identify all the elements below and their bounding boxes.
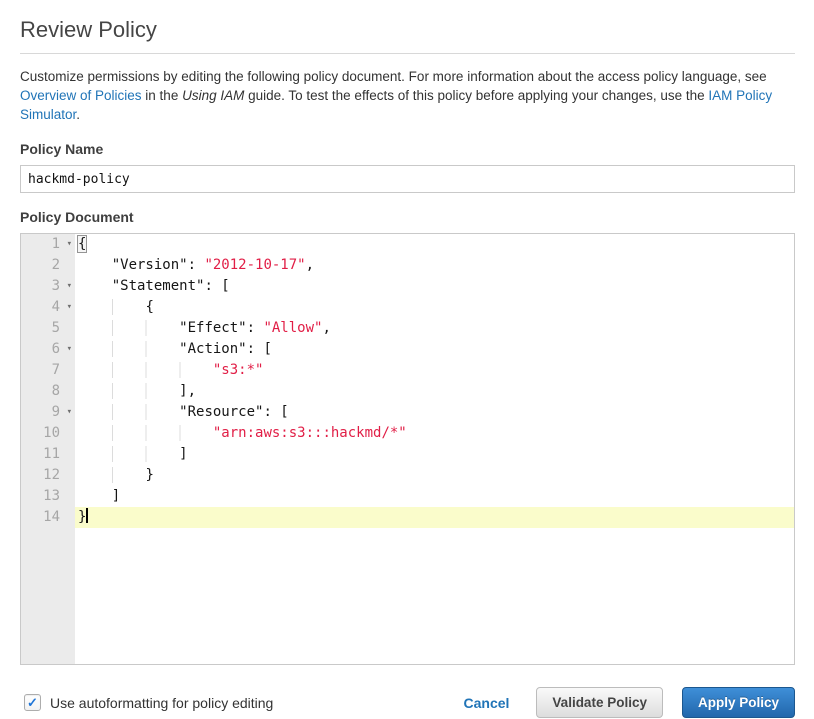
gutter-line-2: 2 [21,255,75,276]
code-line-13[interactable]: ] [75,486,794,507]
gutter-line-11: 11 [21,444,75,465]
intro-paragraph: Customize permissions by editing the fol… [20,67,795,124]
fold-arrow-icon[interactable]: ▾ [67,234,72,255]
autoformat-option[interactable]: ✓ Use autoformatting for policy editing [20,694,273,711]
page-title: Review Policy [20,17,795,43]
fold-arrow-icon[interactable]: ▾ [67,276,72,297]
code-line-3[interactable]: "Statement": [ [75,276,794,297]
code-line-2[interactable]: "Version": "2012-10-17", [75,255,794,276]
code-line-8[interactable]: ], [75,381,794,402]
apply-policy-button[interactable]: Apply Policy [682,687,795,718]
gutter-line-13: 13 [21,486,75,507]
gutter-line-4: 4▾ [21,297,75,318]
editor-gutter: 1▾23▾4▾56▾789▾1011121314 [21,234,75,664]
code-line-11[interactable]: ] [75,444,794,465]
policy-document-editor[interactable]: 1▾23▾4▾56▾789▾1011121314 { "Version": "2… [20,233,795,665]
gutter-line-1: 1▾ [21,234,75,255]
policy-name-label: Policy Name [20,141,795,157]
fold-arrow-icon[interactable]: ▾ [67,402,72,423]
code-line-5[interactable]: "Effect": "Allow", [75,318,794,339]
gutter-line-5: 5 [21,318,75,339]
gutter-line-10: 10 [21,423,75,444]
review-policy-page: Review Policy Customize permissions by e… [0,0,814,718]
title-divider [20,53,795,54]
code-line-7[interactable]: "s3:*" [75,360,794,381]
footer-bar: ✓ Use autoformatting for policy editing … [20,687,795,718]
gutter-line-3: 3▾ [21,276,75,297]
code-line-9[interactable]: "Resource": [ [75,402,794,423]
fold-arrow-icon[interactable]: ▾ [67,297,72,318]
checkmark-icon: ✓ [27,696,38,709]
autoformat-checkbox[interactable]: ✓ [24,694,41,711]
code-line-6[interactable]: "Action": [ [75,339,794,360]
autoformat-label: Use autoformatting for policy editing [50,695,273,711]
code-line-12[interactable]: } [75,465,794,486]
using-iam-italic: Using IAM [182,88,244,103]
gutter-line-7: 7 [21,360,75,381]
gutter-line-14: 14 [21,507,75,528]
fold-arrow-icon[interactable]: ▾ [67,339,72,360]
overview-of-policies-link[interactable]: Overview of Policies [20,88,142,103]
intro-text-4: . [76,107,80,122]
gutter-line-9: 9▾ [21,402,75,423]
gutter-line-8: 8 [21,381,75,402]
cancel-link[interactable]: Cancel [464,695,510,711]
gutter-line-12: 12 [21,465,75,486]
validate-policy-button[interactable]: Validate Policy [536,687,663,718]
code-line-10[interactable]: "arn:aws:s3:::hackmd/*" [75,423,794,444]
intro-text-1: Customize permissions by editing the fol… [20,69,767,84]
gutter-line-6: 6▾ [21,339,75,360]
code-line-14[interactable]: } [75,507,794,528]
code-line-4[interactable]: { [75,297,794,318]
text-cursor [86,508,88,523]
editor-code[interactable]: { "Version": "2012-10-17", "Statement": … [75,234,794,664]
code-line-1[interactable]: { [75,234,794,255]
policy-document-label: Policy Document [20,209,795,225]
intro-text-3: guide. To test the effects of this polic… [244,88,708,103]
policy-name-input[interactable] [20,165,795,193]
intro-text-2: in the [142,88,183,103]
action-buttons: Cancel Validate Policy Apply Policy [464,687,796,718]
